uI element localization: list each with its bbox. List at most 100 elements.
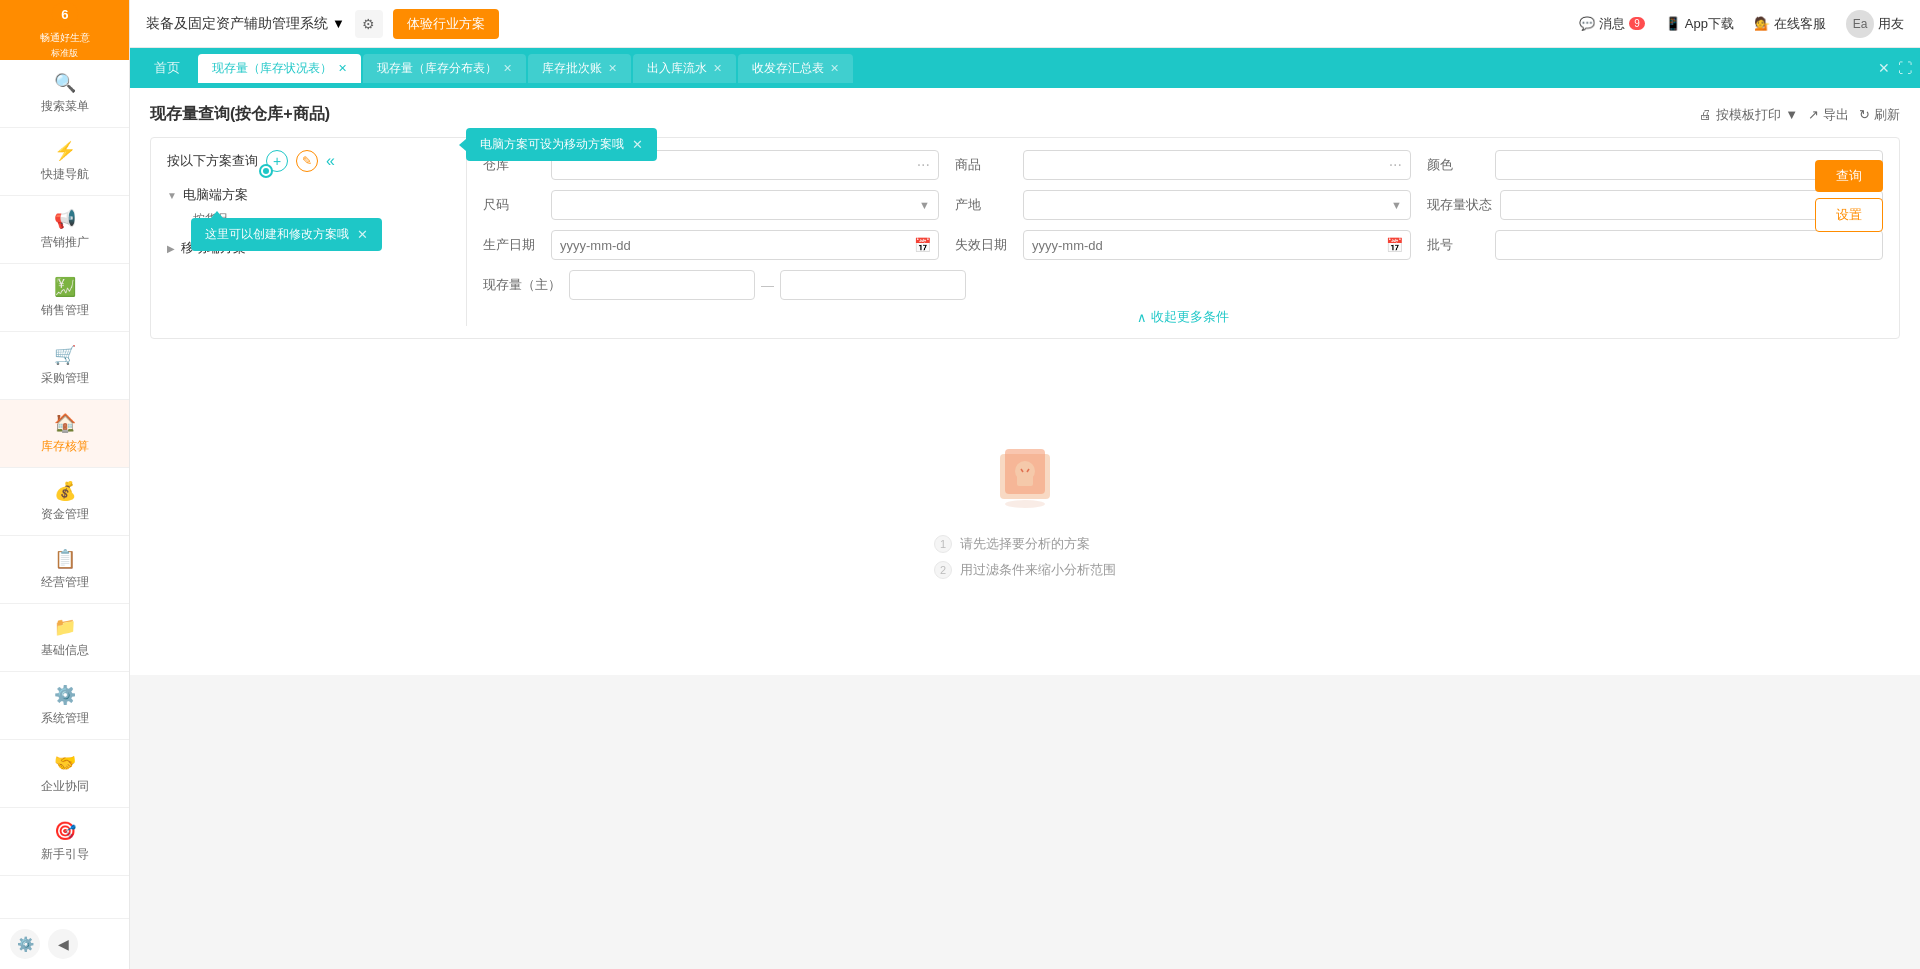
- user-action[interactable]: Ea 用友: [1846, 10, 1904, 38]
- sidebar-item-enterprise[interactable]: 🤝 企业协同: [0, 740, 129, 808]
- filter-label: 按以下方案查询: [167, 152, 258, 170]
- batch-label: 批号: [1427, 236, 1487, 254]
- filter-field-origin: 产地 ▼: [955, 190, 1411, 220]
- messages-action[interactable]: 💬 消息 9: [1579, 15, 1645, 33]
- sidebar-item-basic[interactable]: 📁 基础信息: [0, 604, 129, 672]
- tab-bar: 首页 现存量（库存状况表） ✕ 现存量（库存分布表） ✕ 库存批次账 ✕ 出入库…: [130, 48, 1920, 88]
- basic-icon: 📁: [54, 616, 76, 638]
- tab-close-batch[interactable]: ✕: [608, 63, 617, 74]
- trial-button[interactable]: 体验行业方案: [393, 9, 499, 39]
- goods-dots[interactable]: ···: [1389, 156, 1402, 174]
- app-download-action[interactable]: 📱 App下载: [1665, 15, 1734, 33]
- origin-select[interactable]: ▼: [1023, 190, 1411, 220]
- arrow-left-btn[interactable]: «: [326, 152, 335, 170]
- sidebar-item-guide[interactable]: 🎯 新手引导: [0, 808, 129, 876]
- produce-date-label: 生产日期: [483, 236, 543, 254]
- edit-scheme-btn[interactable]: ✎: [296, 150, 318, 172]
- produce-date-input[interactable]: [551, 230, 939, 260]
- pc-group-title: 电脑端方案: [183, 186, 248, 204]
- tooltip2-close-btn[interactable]: ✕: [357, 227, 368, 242]
- header-settings-btn[interactable]: ⚙: [355, 10, 383, 38]
- color-label: 颜色: [1427, 156, 1487, 174]
- sidebar-menu: 🔍 搜索菜单 ⚡ 快捷导航 📢 营销推广 💹 销售管理 🛒 采购管理 🏠 库存核…: [0, 60, 129, 918]
- phone-icon: 📱: [1665, 16, 1681, 31]
- collapse-sidebar-btn[interactable]: ◀: [48, 929, 78, 959]
- origin-label: 产地: [955, 196, 1015, 214]
- sidebar-item-sales[interactable]: 💹 销售管理: [0, 264, 129, 332]
- warehouse-dots[interactable]: ···: [917, 156, 930, 174]
- purchase-icon: 🛒: [54, 344, 76, 366]
- service-icon: 💁: [1754, 16, 1770, 31]
- system-title-dropdown[interactable]: 装备及固定资产辅助管理系统 ▼: [146, 15, 345, 33]
- logo-sub: 标准版: [51, 47, 78, 60]
- sidebar-item-system[interactable]: ⚙️ 系统管理: [0, 672, 129, 740]
- message-badge: 9: [1629, 17, 1645, 30]
- filter-field-produce-date: 生产日期 📅: [483, 230, 939, 260]
- batch-input[interactable]: [1495, 230, 1883, 260]
- refresh-btn[interactable]: ↻ 刷新: [1859, 106, 1900, 124]
- online-service-action[interactable]: 💁 在线客服: [1754, 15, 1826, 33]
- filter-field-stock-qty: 现存量（主） —: [483, 270, 966, 300]
- origin-arrow-icon: ▼: [1391, 199, 1402, 211]
- sidebar-item-marketing[interactable]: 📢 营销推广: [0, 196, 129, 264]
- tab-close-distribution[interactable]: ✕: [503, 63, 512, 74]
- sidebar-item-operation[interactable]: 📋 经营管理: [0, 536, 129, 604]
- tab-batch-account[interactable]: 库存批次账 ✕: [528, 54, 631, 83]
- empty-tips: 1 请先选择要分析的方案 2 用过滤条件来缩小分析范围: [934, 535, 1116, 579]
- range-separator: —: [761, 278, 774, 293]
- sidebar-bottom: ⚙️ ◀: [0, 918, 129, 969]
- nav-icon: ⚡: [54, 140, 76, 162]
- tip-1-number: 1: [934, 535, 952, 553]
- tab-bar-controls: ✕ ⛶: [1878, 60, 1912, 76]
- stock-qty-max-input[interactable]: [780, 270, 966, 300]
- page-actions: 🖨 按模板打印 ▼ ↗ 导出 ↻ 刷新: [1699, 106, 1900, 124]
- sidebar-item-search[interactable]: 🔍 搜索菜单: [0, 60, 129, 128]
- sidebar-item-purchase[interactable]: 🛒 采购管理: [0, 332, 129, 400]
- tooltip1-close-btn[interactable]: ✕: [632, 137, 643, 152]
- tab-flow[interactable]: 出入库流水 ✕: [633, 54, 736, 83]
- collapse-row: ∧ 收起更多条件: [483, 300, 1883, 326]
- size-label: 尺码: [483, 196, 543, 214]
- stock-qty-min-input[interactable]: [569, 270, 755, 300]
- page-content: 现存量查询(按仓库+商品) 🖨 按模板打印 ▼ ↗ 导出 ↻ 刷新: [130, 88, 1920, 675]
- header-left: 装备及固定资产辅助管理系统 ▼ ⚙ 体验行业方案: [146, 9, 499, 39]
- operation-icon: 📋: [54, 548, 76, 570]
- sidebar-item-navigation[interactable]: ⚡ 快捷导航: [0, 128, 129, 196]
- expire-date-label: 失效日期: [955, 236, 1015, 254]
- inventory-icon: 🏠: [54, 412, 76, 434]
- expire-date-input[interactable]: [1023, 230, 1411, 260]
- sidebar-item-finance[interactable]: 💰 资金管理: [0, 468, 129, 536]
- expire-date-input-wrap: 📅: [1023, 230, 1411, 260]
- reset-button[interactable]: 设置: [1815, 198, 1883, 232]
- goods-select[interactable]: ···: [1023, 150, 1411, 180]
- tab-close-inventory-status[interactable]: ✕: [338, 63, 347, 74]
- tab-inventory-status[interactable]: 现存量（库存状况表） ✕: [198, 54, 361, 83]
- print-arrow-icon: ▼: [1785, 107, 1798, 122]
- scheme-group-pc-header[interactable]: ▼ 电脑端方案: [167, 182, 454, 208]
- scheme-tooltip-1: 电脑方案可设为移动方案哦 ✕: [466, 128, 657, 161]
- export-btn[interactable]: ↗ 导出: [1808, 106, 1849, 124]
- scheme-tooltip-2: 这里可以创建和修改方案哦 ✕: [191, 218, 382, 251]
- expire-date-calendar-icon[interactable]: 📅: [1386, 237, 1403, 253]
- tab-fullscreen-btn[interactable]: ⛶: [1898, 60, 1912, 76]
- tab-close-all-btn[interactable]: ✕: [1878, 60, 1890, 76]
- page-body: 现存量查询(按仓库+商品) 🖨 按模板打印 ▼ ↗ 导出 ↻ 刷新: [130, 88, 1920, 969]
- tab-close-summary[interactable]: ✕: [830, 63, 839, 74]
- tab-close-flow[interactable]: ✕: [713, 63, 722, 74]
- export-icon: ↗: [1808, 107, 1819, 122]
- produce-date-calendar-icon[interactable]: 📅: [914, 237, 931, 253]
- settings-bottom-btn[interactable]: ⚙️: [10, 929, 40, 959]
- top-header: 装备及固定资产辅助管理系统 ▼ ⚙ 体验行业方案 💬 消息 9 📱 App下载 …: [130, 0, 1920, 48]
- search-button[interactable]: 查询: [1815, 160, 1883, 192]
- size-select[interactable]: ▼: [551, 190, 939, 220]
- tab-home[interactable]: 首页: [138, 53, 196, 83]
- sidebar-item-inventory[interactable]: 🏠 库存核算: [0, 400, 129, 468]
- tab-inventory-distribution[interactable]: 现存量（库存分布表） ✕: [363, 54, 526, 83]
- collapse-filter-btn[interactable]: ∧ 收起更多条件: [1137, 308, 1229, 326]
- edit-icon: ✎: [302, 154, 312, 168]
- filter-row-4: 现存量（主） —: [483, 270, 1883, 300]
- size-arrow-icon: ▼: [919, 199, 930, 211]
- print-btn[interactable]: 🖨 按模板打印 ▼: [1699, 106, 1798, 124]
- tab-summary[interactable]: 收发存汇总表 ✕: [738, 54, 853, 83]
- empty-tip-2: 2 用过滤条件来缩小分析范围: [934, 561, 1116, 579]
